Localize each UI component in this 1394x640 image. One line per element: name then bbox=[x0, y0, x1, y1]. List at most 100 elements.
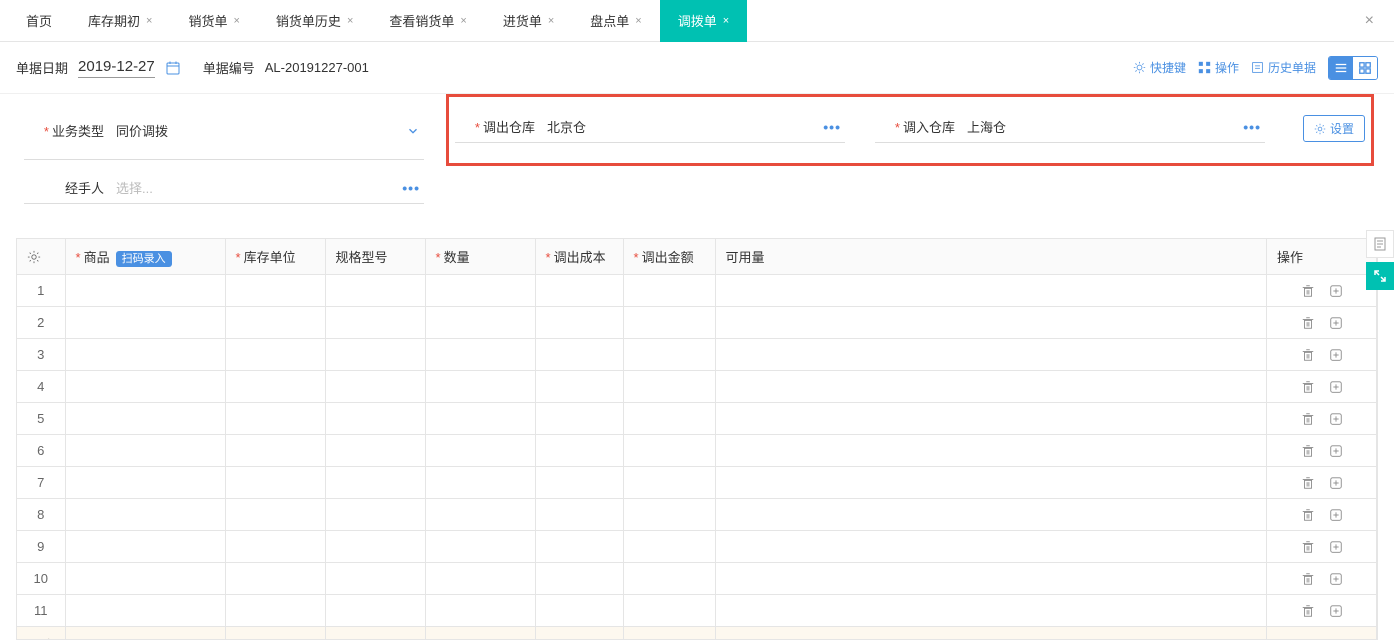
row-index: 1 bbox=[17, 275, 65, 307]
close-icon[interactable]: × bbox=[723, 15, 729, 27]
scan-entry-button[interactable]: 扫码录入 bbox=[116, 251, 172, 267]
table-row[interactable]: 10 bbox=[17, 563, 1377, 595]
tab-transfer-order[interactable]: 调拨单× bbox=[660, 0, 747, 42]
delete-row-icon[interactable] bbox=[1301, 316, 1315, 330]
table-row[interactable]: 9 bbox=[17, 531, 1377, 563]
handler-placeholder: 选择... bbox=[116, 178, 398, 197]
tab-inventory-opening[interactable]: 库存期初× bbox=[70, 0, 170, 42]
tab-home[interactable]: 首页 bbox=[8, 0, 70, 42]
date-value[interactable]: 2019-12-27 bbox=[78, 58, 155, 78]
docno-label: 单据编号 bbox=[203, 58, 255, 77]
add-row-icon[interactable] bbox=[1329, 476, 1343, 490]
warehouse-highlight: *调出仓库 北京仓 ••• *调入仓库 上海仓 ••• 设置 bbox=[446, 94, 1374, 166]
table-row[interactable]: 7 bbox=[17, 467, 1377, 499]
add-row-icon[interactable] bbox=[1329, 508, 1343, 522]
table-row[interactable]: 2 bbox=[17, 307, 1377, 339]
close-icon[interactable]: × bbox=[548, 15, 554, 27]
col-cost: *调出成本 bbox=[535, 239, 623, 275]
operate-button[interactable]: 操作 bbox=[1198, 59, 1239, 76]
handler-field[interactable]: 经手人 选择... ••• bbox=[24, 178, 424, 204]
more-icon[interactable]: ••• bbox=[398, 180, 424, 196]
add-row-icon[interactable] bbox=[1329, 284, 1343, 298]
side-tools bbox=[1366, 230, 1394, 294]
expand-button[interactable] bbox=[1366, 262, 1394, 290]
settings-button[interactable]: 设置 bbox=[1303, 115, 1365, 142]
more-icon[interactable]: ••• bbox=[1239, 119, 1265, 135]
add-row-icon[interactable] bbox=[1329, 348, 1343, 362]
docno-value: AL-20191227-001 bbox=[265, 60, 369, 75]
biz-type-field[interactable]: *业务类型 同价调拨 bbox=[24, 108, 424, 160]
out-warehouse-value: 北京仓 bbox=[547, 117, 819, 136]
row-index: 6 bbox=[17, 435, 65, 467]
subtotal-qty: 0.00 bbox=[425, 627, 535, 640]
add-row-icon[interactable] bbox=[1329, 412, 1343, 426]
calendar-icon[interactable] bbox=[165, 60, 181, 76]
table-row[interactable]: 4 bbox=[17, 371, 1377, 403]
table-row[interactable]: 3 bbox=[17, 339, 1377, 371]
delete-row-icon[interactable] bbox=[1301, 348, 1315, 362]
subtotal-amount: 0.00 bbox=[623, 627, 715, 640]
chevron-down-icon[interactable] bbox=[402, 124, 424, 138]
add-row-icon[interactable] bbox=[1329, 572, 1343, 586]
tab-purchase-order[interactable]: 进货单× bbox=[485, 0, 572, 42]
col-spec: 规格型号 bbox=[325, 239, 425, 275]
delete-row-icon[interactable] bbox=[1301, 476, 1315, 490]
col-unit: *库存单位 bbox=[225, 239, 325, 275]
table-row[interactable]: 5 bbox=[17, 403, 1377, 435]
col-avail: 可用量 bbox=[715, 239, 1267, 275]
close-icon[interactable]: × bbox=[635, 15, 641, 27]
close-icon[interactable]: × bbox=[347, 15, 353, 27]
delete-row-icon[interactable] bbox=[1301, 284, 1315, 298]
col-ops: 操作 bbox=[1267, 239, 1377, 275]
col-qty: *数量 bbox=[425, 239, 535, 275]
row-index: 9 bbox=[17, 531, 65, 563]
col-amount: *调出金额 bbox=[623, 239, 715, 275]
add-row-icon[interactable] bbox=[1329, 380, 1343, 394]
table-row[interactable]: 8 bbox=[17, 499, 1377, 531]
add-row-icon[interactable] bbox=[1329, 316, 1343, 330]
in-warehouse-value: 上海仓 bbox=[967, 117, 1239, 136]
subtotal-row: 小计 0.00 0.00 0.00 bbox=[17, 627, 1377, 640]
in-warehouse-field[interactable]: *调入仓库 上海仓 ••• bbox=[875, 117, 1265, 143]
tab-sales-order[interactable]: 销货单× bbox=[170, 0, 257, 42]
row-index: 7 bbox=[17, 467, 65, 499]
add-row-icon[interactable] bbox=[1329, 604, 1343, 618]
header-row: *商品扫码录入 *库存单位 规格型号 *数量 *调出成本 *调出金额 可用量 操… bbox=[17, 239, 1377, 275]
row-index: 10 bbox=[17, 563, 65, 595]
close-all-tabs-button[interactable]: × bbox=[1353, 12, 1386, 30]
add-row-icon[interactable] bbox=[1329, 444, 1343, 458]
close-icon[interactable]: × bbox=[460, 15, 466, 27]
add-row-icon[interactable] bbox=[1329, 540, 1343, 554]
tab-bar: 首页 库存期初× 销货单× 销货单历史× 查看销货单× 进货单× 盘点单× 调拨… bbox=[0, 0, 1394, 42]
out-warehouse-field[interactable]: *调出仓库 北京仓 ••• bbox=[455, 117, 845, 143]
list-view-button[interactable] bbox=[1329, 57, 1353, 79]
shortcut-button[interactable]: 快捷键 bbox=[1133, 59, 1186, 76]
delete-row-icon[interactable] bbox=[1301, 572, 1315, 586]
delete-row-icon[interactable] bbox=[1301, 412, 1315, 426]
history-button[interactable]: 历史单据 bbox=[1251, 59, 1316, 76]
more-icon[interactable]: ••• bbox=[819, 119, 845, 135]
table-row[interactable]: 6 bbox=[17, 435, 1377, 467]
tab-stocktake[interactable]: 盘点单× bbox=[572, 0, 659, 42]
form-area: *业务类型 同价调拨 *调出仓库 北京仓 ••• *调入仓库 上海仓 ••• 设… bbox=[0, 94, 1394, 230]
col-product: *商品扫码录入 bbox=[65, 239, 225, 275]
table-row[interactable]: 11 bbox=[17, 595, 1377, 627]
items-table: *商品扫码录入 *库存单位 规格型号 *数量 *调出成本 *调出金额 可用量 操… bbox=[17, 239, 1377, 639]
gear-header[interactable] bbox=[17, 239, 65, 275]
delete-row-icon[interactable] bbox=[1301, 540, 1315, 554]
delete-row-icon[interactable] bbox=[1301, 508, 1315, 522]
delete-row-icon[interactable] bbox=[1301, 380, 1315, 394]
biz-type-value: 同价调拨 bbox=[116, 121, 402, 140]
tab-view-sales[interactable]: 查看销货单× bbox=[371, 0, 484, 42]
table-row[interactable]: 1 bbox=[17, 275, 1377, 307]
delete-row-icon[interactable] bbox=[1301, 604, 1315, 618]
row-index: 8 bbox=[17, 499, 65, 531]
close-icon[interactable]: × bbox=[146, 15, 152, 27]
delete-row-icon[interactable] bbox=[1301, 444, 1315, 458]
grid-view-button[interactable] bbox=[1353, 57, 1377, 79]
close-icon[interactable]: × bbox=[233, 15, 239, 27]
table-scroll[interactable]: *商品扫码录入 *库存单位 规格型号 *数量 *调出成本 *调出金额 可用量 操… bbox=[17, 239, 1377, 639]
tab-sales-history[interactable]: 销货单历史× bbox=[258, 0, 371, 42]
notes-button[interactable] bbox=[1366, 230, 1394, 258]
date-label: 单据日期 bbox=[16, 58, 68, 77]
